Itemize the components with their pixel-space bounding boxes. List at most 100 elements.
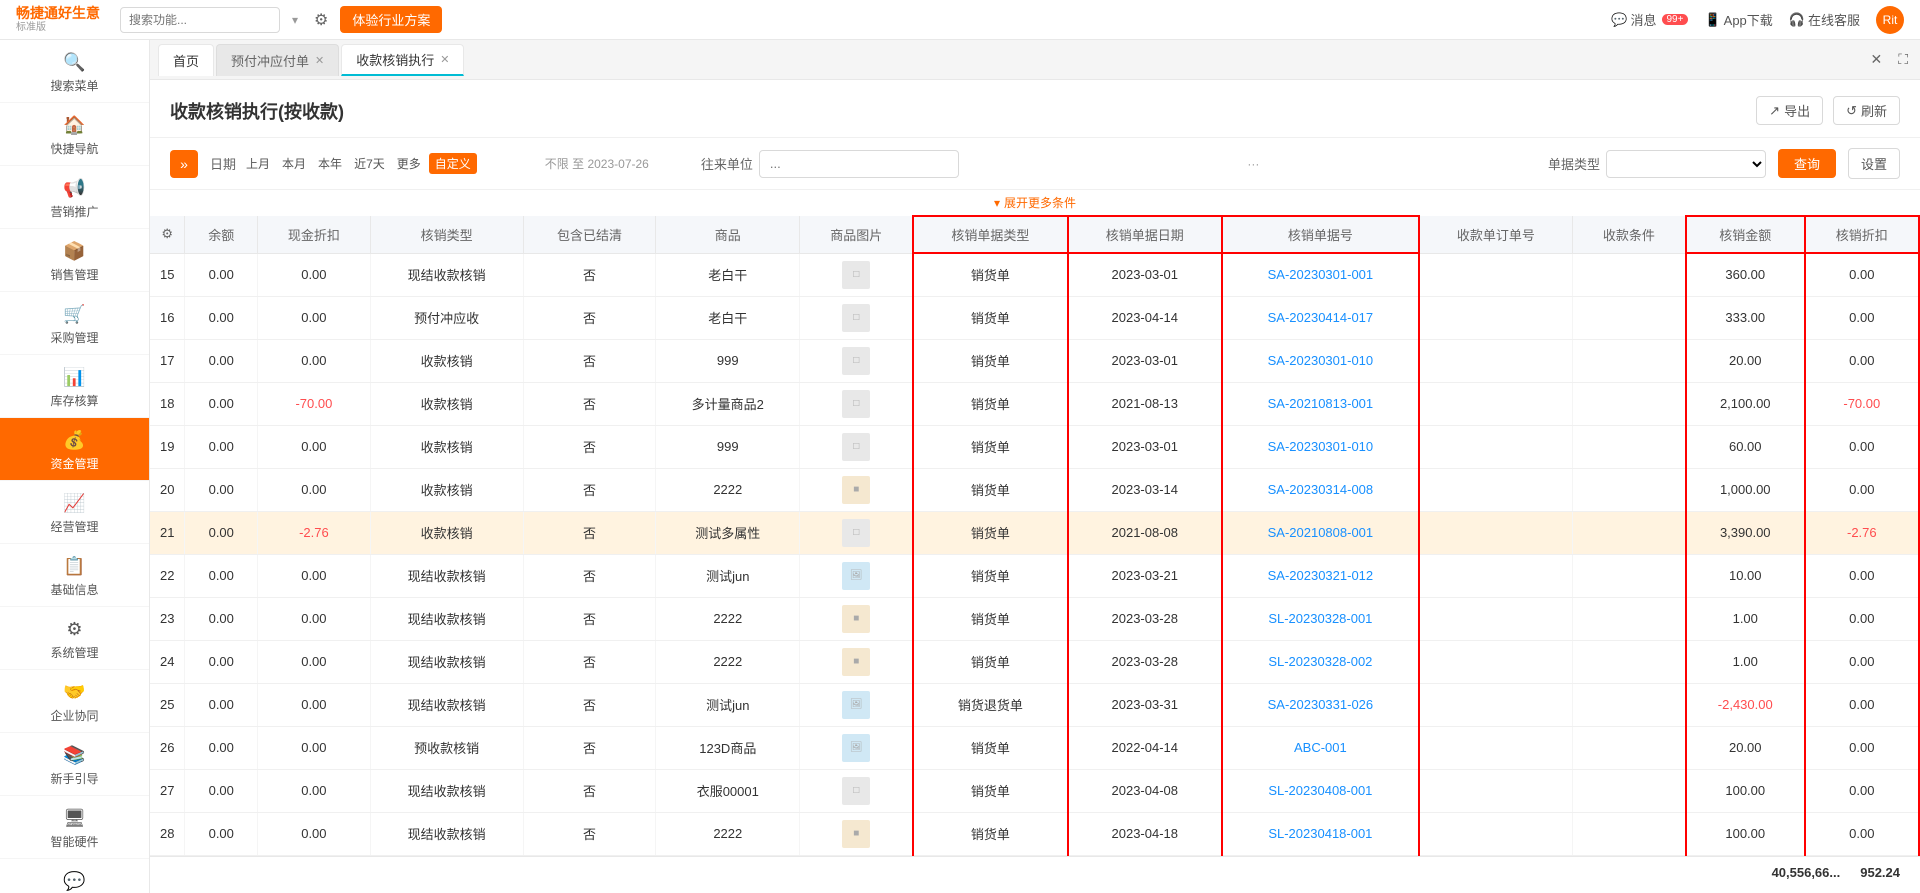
avatar[interactable]: Rit (1876, 6, 1904, 34)
filter-expand-btn[interactable]: » (170, 150, 198, 178)
purchase-icon: 🛒 (63, 304, 85, 325)
sidebar-item-marketing[interactable]: 📢 营销推广 (0, 166, 149, 229)
bill-no-link[interactable]: SA-20230414-017 (1268, 310, 1374, 325)
date-7days[interactable]: 近7天 (350, 153, 389, 174)
sidebar-item-finance[interactable]: 💰 资金管理 (0, 418, 149, 481)
bill-no-link[interactable]: ABC-001 (1294, 740, 1347, 755)
sidebar-item-search[interactable]: 🔍 搜索菜单 (0, 40, 149, 103)
cell-type: 收款核销 (370, 511, 523, 554)
sidebar: 🔍 搜索菜单 🏠 快捷导航 📢 营销推广 📦 销售管理 🛒 采购管理 📊 库存核… (0, 40, 150, 893)
sidebar-item-basic[interactable]: 📋 基础信息 (0, 544, 149, 607)
cell-bill-no: SA-20230314-008 (1222, 468, 1419, 511)
bill-no-link[interactable]: SL-20230408-001 (1268, 783, 1372, 798)
table-row[interactable]: 26 0.00 0.00 预收款核销 否 123D商品 🖼 销货单 2022-0… (150, 726, 1919, 769)
table-row[interactable]: 18 0.00 -70.00 收款核销 否 多计量商品2 □ 销货单 2021-… (150, 382, 1919, 425)
goods-thumbnail: □ (842, 304, 870, 332)
table-row[interactable]: 28 0.00 0.00 现结收款核销 否 2222 ■ 销货单 2023-04… (150, 812, 1919, 855)
table-row[interactable]: 27 0.00 0.00 现结收款核销 否 衣服00001 □ 销货单 2023… (150, 769, 1919, 812)
close-window-icon[interactable]: ✕ (1866, 47, 1886, 72)
cell-bill-no: SA-20230301-010 (1222, 339, 1419, 382)
wechat-icon: 💬 (63, 871, 85, 892)
cell-type: 预收款核销 (370, 726, 523, 769)
cell-included: 否 (523, 511, 656, 554)
bill-no-link[interactable]: SA-20230301-010 (1268, 439, 1374, 454)
cell-balance: 0.00 (185, 769, 258, 812)
tab-home[interactable]: 首页 (158, 44, 214, 76)
bill-no-link[interactable]: SA-20230331-026 (1268, 697, 1374, 712)
cell-receipt-order (1419, 554, 1573, 597)
cell-discount: 0.00 (1805, 769, 1919, 812)
table-row[interactable]: 21 0.00 -2.76 收款核销 否 测试多属性 □ 销货单 2021-08… (150, 511, 1919, 554)
refresh-btn[interactable]: ↺ 刷新 (1833, 96, 1900, 125)
app-download-btn[interactable]: 📱 App下载 (1704, 10, 1772, 29)
cell-cash-discount: 0.00 (258, 683, 371, 726)
cell-balance: 0.00 (185, 812, 258, 855)
bill-no-link[interactable]: SL-20230418-001 (1268, 826, 1372, 841)
tab-receipt[interactable]: 收款核销执行 ✕ (341, 44, 464, 76)
sidebar-item-system[interactable]: ⚙ 系统管理 (0, 607, 149, 670)
bill-no-link[interactable]: SA-20210813-001 (1268, 396, 1374, 411)
table-row[interactable]: 24 0.00 0.00 现结收款核销 否 2222 ■ 销货单 2023-03… (150, 640, 1919, 683)
date-this-year[interactable]: 本年 (314, 153, 346, 174)
sidebar-item-operations[interactable]: 📈 经营管理 (0, 481, 149, 544)
sidebar-item-sales[interactable]: 📦 销售管理 (0, 229, 149, 292)
cell-amount: -2,430.00 (1686, 683, 1805, 726)
sidebar-item-inventory[interactable]: 📊 库存核算 (0, 355, 149, 418)
messages-btn[interactable]: 💬 消息 99+ (1611, 10, 1688, 29)
table-row[interactable]: 23 0.00 0.00 现结收款核销 否 2222 ■ 销货单 2023-03… (150, 597, 1919, 640)
table-row[interactable]: 17 0.00 0.00 收款核销 否 999 □ 销货单 2023-03-01… (150, 339, 1919, 382)
tab-prepaid[interactable]: 预付冲应付单 ✕ (216, 44, 339, 76)
cell-bill-no: SA-20210813-001 (1222, 382, 1419, 425)
expand-more-btn[interactable]: ▾ 展开更多条件 (150, 190, 1920, 215)
query-btn[interactable]: 查询 (1778, 149, 1836, 178)
sidebar-item-enterprise[interactable]: 🤝 企业协同 (0, 670, 149, 733)
cell-receipt-condition (1572, 511, 1685, 554)
date-this-month[interactable]: 本月 (278, 153, 310, 174)
bill-no-link[interactable]: SL-20230328-001 (1268, 611, 1372, 626)
col-amount: 核销金额 (1686, 216, 1805, 253)
table-row[interactable]: 20 0.00 0.00 收款核销 否 2222 ■ 销货单 2023-03-1… (150, 468, 1919, 511)
fullscreen-icon[interactable]: ⛶ (1894, 47, 1912, 72)
search-input[interactable] (120, 7, 280, 33)
sidebar-item-guide[interactable]: 📚 新手引导 (0, 733, 149, 796)
cell-no: 20 (150, 468, 185, 511)
date-custom[interactable]: 自定义 (429, 153, 477, 174)
cell-balance: 0.00 (185, 597, 258, 640)
partner-input[interactable] (759, 150, 959, 178)
date-more[interactable]: 更多 (393, 153, 425, 174)
sidebar-item-purchase[interactable]: 🛒 采购管理 (0, 292, 149, 355)
bill-no-link[interactable]: SA-20210808-001 (1268, 525, 1374, 540)
table-row[interactable]: 16 0.00 0.00 预付冲应收 否 老白干 □ 销货单 2023-04-1… (150, 296, 1919, 339)
operations-icon: 📈 (63, 493, 85, 514)
tab-close-prepaid[interactable]: ✕ (315, 54, 324, 67)
headset-icon: 🎧 (1789, 12, 1805, 28)
cell-receipt-condition (1572, 640, 1685, 683)
bill-no-link[interactable]: SA-20230321-012 (1268, 568, 1374, 583)
bill-no-link[interactable]: SL-20230328-002 (1268, 654, 1372, 669)
sidebar-item-hardware[interactable]: 🖥 智能硬件 (0, 796, 149, 859)
tab-close-receipt[interactable]: ✕ (440, 53, 449, 66)
table-wrapper[interactable]: ⚙ 余额 现金折扣 核销类型 包含已结清 商品 商品图片 核销单据类型 核销单据… (150, 215, 1920, 893)
sidebar-item-quick[interactable]: 🏠 快捷导航 (0, 103, 149, 166)
bill-no-link[interactable]: SA-20230301-001 (1268, 267, 1374, 282)
bill-no-link[interactable]: SA-20230314-008 (1268, 482, 1374, 497)
table-row[interactable]: 15 0.00 0.00 现结收款核销 否 老白干 □ 销货单 2023-03-… (150, 253, 1919, 296)
table-row[interactable]: 22 0.00 0.00 现结收款核销 否 测试jun 🖼 销货单 2023-0… (150, 554, 1919, 597)
cell-receipt-condition (1572, 425, 1685, 468)
gear-icon[interactable]: ⚙ (314, 10, 328, 30)
industry-btn[interactable]: 体验行业方案 (340, 6, 442, 33)
sidebar-item-wechat[interactable]: 💬 企业微信 (0, 859, 149, 893)
sales-icon: 📦 (63, 241, 85, 262)
online-support-btn[interactable]: 🎧 在线客服 (1789, 10, 1860, 29)
setting-btn[interactable]: 设置 (1848, 148, 1900, 179)
bill-type-select[interactable] (1606, 150, 1766, 178)
chevron-down-icon[interactable]: ▾ (292, 13, 298, 27)
date-last-month[interactable]: 上月 (242, 153, 274, 174)
table-row[interactable]: 25 0.00 0.00 现结收款核销 否 测试jun 🖼 销货退货单 2023… (150, 683, 1919, 726)
bill-no-link[interactable]: SA-20230301-010 (1268, 353, 1374, 368)
cell-receipt-condition (1572, 726, 1685, 769)
export-btn[interactable]: ↗ 导出 (1756, 96, 1823, 125)
cell-included: 否 (523, 253, 656, 296)
table-row[interactable]: 19 0.00 0.00 收款核销 否 999 □ 销货单 2023-03-01… (150, 425, 1919, 468)
goods-thumbnail: ■ (842, 476, 870, 504)
